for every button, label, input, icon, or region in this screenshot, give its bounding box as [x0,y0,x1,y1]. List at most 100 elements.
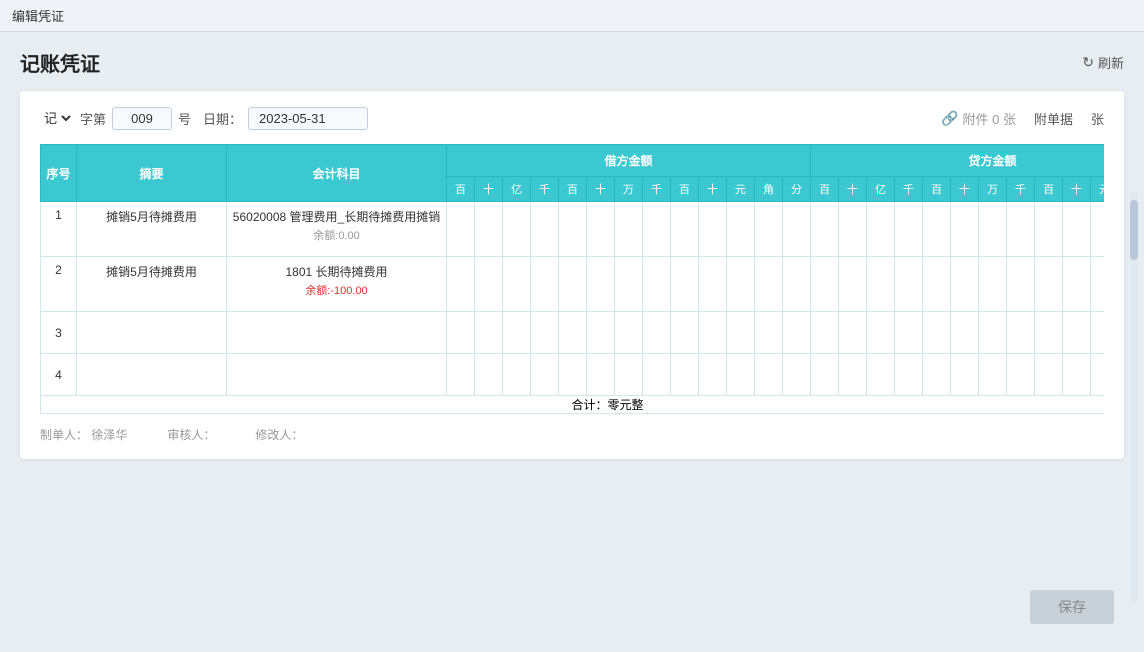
footer-info: 制单人： 徐泽华 审核人： 修改人： [40,426,1104,443]
d5[interactable] [559,202,587,257]
voucher-number-input[interactable] [112,107,172,130]
row-seq: 3 [41,312,77,354]
voucher-meta: 记 字第 号 日期： 🔗 附件 0 张 附单据 张 [40,107,1104,130]
th-d-bai: 百 [447,177,475,202]
d10[interactable] [699,202,727,257]
d1[interactable] [447,202,475,257]
c1[interactable] [811,257,839,312]
th-c-bai2: 百 [923,177,951,202]
refresh-icon: ↻ [1082,54,1094,71]
d1[interactable] [447,257,475,312]
c3[interactable] [867,257,895,312]
c8[interactable] [1007,257,1035,312]
row-seq: 1 [41,202,77,257]
d13[interactable] [783,202,811,257]
row-summary[interactable] [77,312,227,354]
d9[interactable] [671,257,699,312]
account-code: 1801 长期待摊费用 [285,265,387,279]
c4[interactable] [895,257,923,312]
d12[interactable] [755,202,783,257]
scrollbar[interactable] [1130,192,1138,602]
th-debit: 借方金额 [447,145,811,177]
c7[interactable] [979,202,1007,257]
d2[interactable] [475,202,503,257]
c5[interactable] [923,202,951,257]
voucher-type-select[interactable]: 记 [40,110,74,127]
voucher-card: 记 字第 号 日期： 🔗 附件 0 张 附单据 张 [20,91,1124,459]
date-label: 日期： [203,109,242,128]
d11[interactable] [727,202,755,257]
th-d-qian2: 千 [643,177,671,202]
table-header-row-1: 序号 摘要 会计科目 借方金额 贷方金额 [41,145,1105,177]
d7[interactable] [615,202,643,257]
d3[interactable] [503,202,531,257]
type-group: 记 字第 号 [40,107,191,130]
d2[interactable] [475,257,503,312]
c3[interactable] [867,202,895,257]
c5[interactable] [923,257,951,312]
table-row: 4 [41,354,1105,396]
c2[interactable] [839,257,867,312]
d6[interactable] [587,257,615,312]
d6[interactable] [587,202,615,257]
d8[interactable] [643,202,671,257]
d8[interactable] [643,257,671,312]
d9[interactable] [671,202,699,257]
d4[interactable] [531,257,559,312]
th-d-bai3: 百 [671,177,699,202]
c6[interactable] [951,257,979,312]
th-summary: 摘要 [77,145,227,202]
row-account[interactable]: 56020008 管理费用_长期待摊费用摊销 余额:0.00 [227,202,447,257]
c10[interactable] [1063,257,1091,312]
title-bar: 编辑凭证 [0,0,1144,32]
row-summary[interactable]: 摊销5月待摊费用 [77,257,227,312]
th-d-shi: 十 [475,177,503,202]
th-c-bai3: 百 [1035,177,1063,202]
table-row: 2 摊销5月待摊费用 1801 长期待摊费用 余额:-100.00 [41,257,1105,312]
d10[interactable] [699,257,727,312]
d13[interactable] [783,257,811,312]
row-account[interactable] [227,312,447,354]
c9[interactable] [1035,202,1063,257]
total-row: 合计：零元整 [41,396,1105,414]
c11[interactable] [1091,257,1105,312]
modifier-label: 修改人： [255,426,303,443]
meta-right: 🔗 附件 0 张 附单据 张 [941,109,1104,128]
th-d-bai2: 百 [559,177,587,202]
th-d-shi3: 十 [699,177,727,202]
refresh-button[interactable]: ↻ 刷新 [1082,53,1124,72]
c4[interactable] [895,202,923,257]
row-seq: 2 [41,257,77,312]
title-bar-text: 编辑凭证 [12,6,64,25]
row-account[interactable]: 1801 长期待摊费用 余额:-100.00 [227,257,447,312]
c9[interactable] [1035,257,1063,312]
d5[interactable] [559,257,587,312]
row-summary[interactable] [77,354,227,396]
th-c-wan: 万 [979,177,1007,202]
c8[interactable] [1007,202,1035,257]
c2[interactable] [839,202,867,257]
total-label: 合计：零元整 [41,396,1105,414]
main-container: 记账凭证 ↻ 刷新 记 字第 号 日期： 🔗 附件 [0,32,1144,652]
d4[interactable] [531,202,559,257]
d7[interactable] [615,257,643,312]
d11[interactable] [727,257,755,312]
th-c-shi3: 十 [1063,177,1091,202]
c7[interactable] [979,257,1007,312]
row-summary[interactable]: 摊销5月待摊费用 [77,202,227,257]
row-account[interactable] [227,354,447,396]
attachment-label: 附件 0 张 [963,109,1016,128]
c11[interactable] [1091,202,1105,257]
th-c-yuan: 元 [1091,177,1105,202]
scrollbar-thumb[interactable] [1130,200,1138,260]
c6[interactable] [951,202,979,257]
c10[interactable] [1063,202,1091,257]
d12[interactable] [755,257,783,312]
th-d-shi2: 十 [587,177,615,202]
d3[interactable] [503,257,531,312]
date-input[interactable] [248,107,368,130]
attachment-link[interactable]: 🔗 附件 0 张 [941,109,1016,128]
c1[interactable] [811,202,839,257]
balance-text: 余额:-100.00 [227,283,446,300]
save-button[interactable]: 保存 [1030,590,1114,624]
